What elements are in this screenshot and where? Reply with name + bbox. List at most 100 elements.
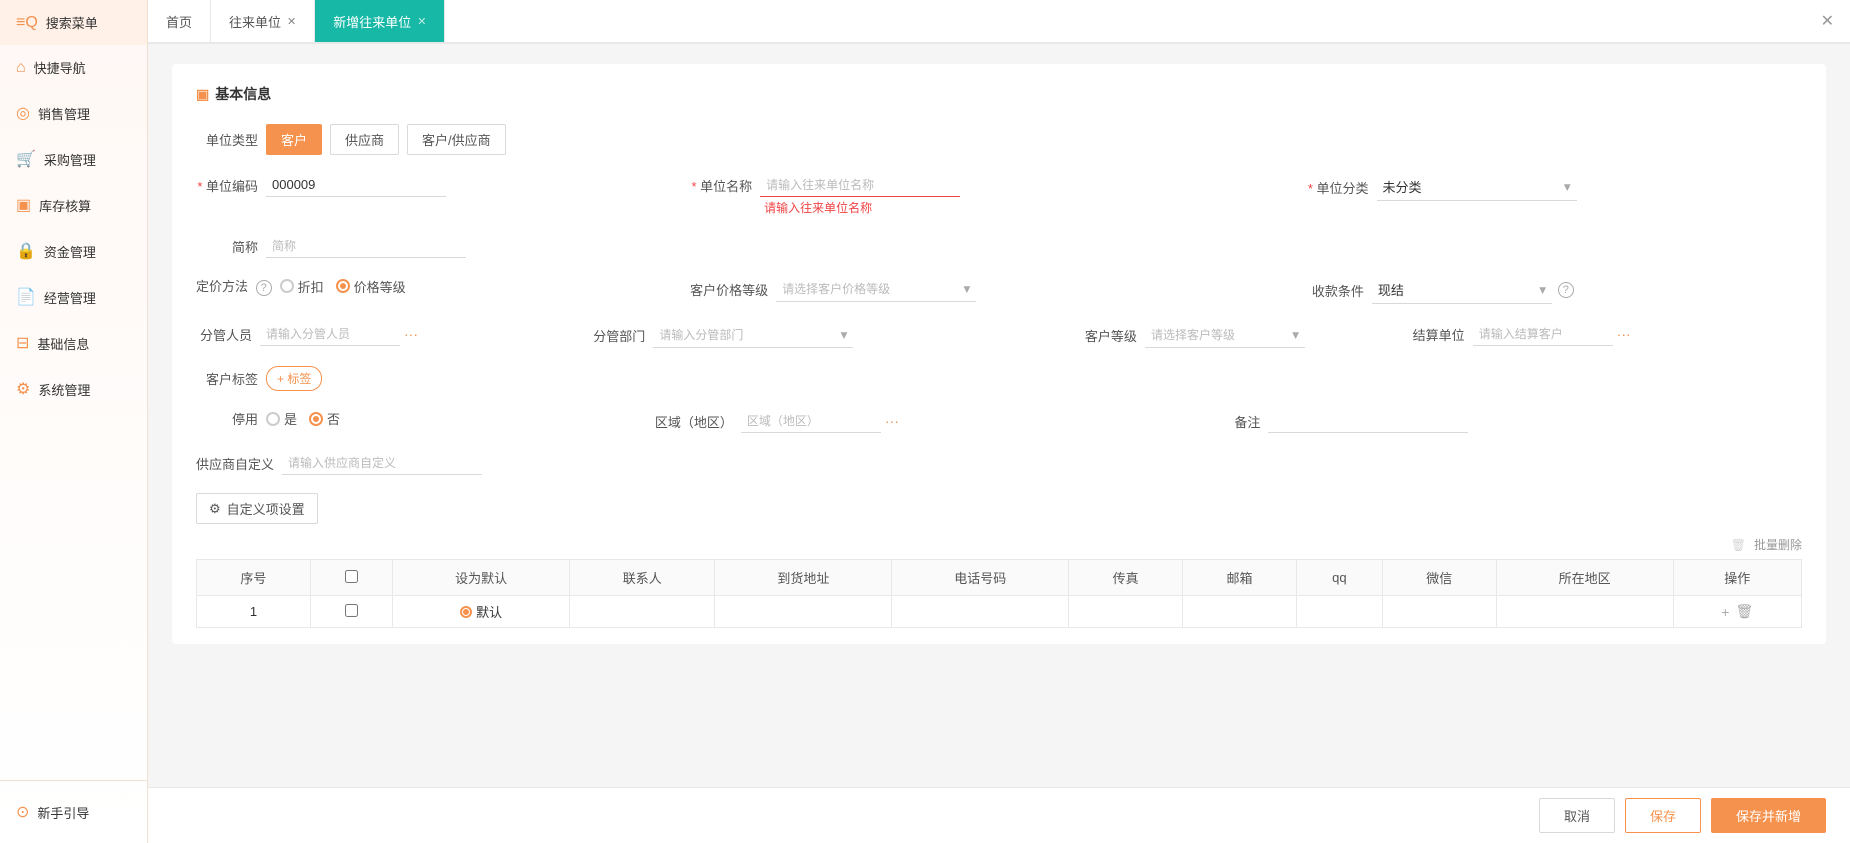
row-action: + 🗑 [1673,596,1801,628]
disabled-row: 停用 是 否 区域（地区） [196,409,1802,433]
cancel-button[interactable]: 取消 [1539,798,1615,833]
delete-row-btn[interactable]: 🗑 [1735,603,1753,620]
select-all-checkbox[interactable] [345,570,358,583]
payment-terms-value: 现结 [1378,280,1539,299]
sidebar-item-sales-label: 销售管理 [38,104,90,123]
manager-label: 分管人员 [196,325,260,344]
sidebar-item-search[interactable]: ≡Q 搜索菜单 [0,0,147,45]
region-input[interactable] [741,409,881,433]
sidebar-item-finance[interactable]: 🔒 资金管理 [0,228,147,274]
pricing-level-option[interactable]: 价格等级 [336,277,406,296]
sidebar-item-basic[interactable]: ⊟ 基础信息 [0,320,147,366]
row-seq: 1 [197,596,311,628]
sidebar-item-purchase[interactable]: 🛒 采购管理 [0,136,147,182]
row-default-radio[interactable] [460,606,472,618]
save-button[interactable]: 保存 [1625,798,1701,833]
sidebar-item-quicknav[interactable]: ⌂ 快捷导航 [0,45,147,90]
pricing-group: 定价方法 ? 折扣 价格等级 [196,276,690,296]
close-all-tabs[interactable]: ✕ [1805,11,1850,31]
tab-partners[interactable]: 往来单位 ✕ [211,0,315,42]
tab-new-partner[interactable]: 新增往来单位 ✕ [315,0,445,42]
save-new-button[interactable]: 保存并新增 [1711,798,1826,833]
tab-partners-close[interactable]: ✕ [287,15,296,28]
disabled-group: 停用 是 否 [196,409,655,428]
pricing-label: 定价方法 ? [196,276,280,296]
disabled-radio-group: 是 否 [266,409,340,428]
customer-level-placeholder: 请选择客户等级 [1151,326,1292,343]
sidebar-item-basic-label: 基础信息 [37,334,89,353]
dept-chevron[interactable]: ▾ [841,327,848,343]
custom-settings-btn[interactable]: ⚙ 自定义项设置 [196,493,318,524]
sidebar-item-sales[interactable]: ◎ 销售管理 [0,90,147,136]
col-region: 所在地区 [1496,560,1673,596]
settlement-input-wrapper: ··· [1473,322,1635,346]
tab-home[interactable]: 首页 [148,0,211,42]
col-qq: qq [1296,560,1382,596]
settlement-more-btn[interactable]: ··· [1613,326,1635,342]
tags-label: 客户标签 [196,369,266,388]
table-body: 1 默认 [197,596,1802,628]
add-tag-btn[interactable]: + 标签 [266,366,322,391]
tab-home-label: 首页 [166,12,192,31]
customer-level-label: 客户等级 [1081,326,1145,345]
pricing-discount-option[interactable]: 折扣 [280,277,324,296]
col-contact: 联系人 [570,560,715,596]
unit-category-chevron[interactable]: ▾ [1564,179,1571,195]
unit-type-row: 单位类型 客户 供应商 客户/供应商 [196,124,1802,155]
region-more-btn[interactable]: ··· [881,413,903,429]
disabled-no-option[interactable]: 否 [309,409,340,428]
type-btn-supplier[interactable]: 供应商 [330,124,399,155]
col-action: 操作 [1673,560,1801,596]
sidebar-item-guide-label: 新手引导 [37,803,89,822]
pricing-level-radio[interactable] [336,279,350,293]
supplier-custom-input[interactable] [282,451,482,475]
disabled-yes-option[interactable]: 是 [266,409,297,428]
settlement-input[interactable] [1473,322,1613,346]
home-icon: ⌂ [16,59,26,77]
supplier-custom-label: 供应商自定义 [196,454,282,473]
row-qq [1296,596,1382,628]
row-contact [570,596,715,628]
pricing-help-icon[interactable]: ? [256,280,272,296]
type-btn-customer[interactable]: 客户 [266,124,322,155]
abbr-input[interactable] [266,234,466,258]
tab-bar: 首页 往来单位 ✕ 新增往来单位 ✕ ✕ [148,0,1850,44]
pricing-discount-radio[interactable] [280,279,294,293]
remark-input[interactable] [1268,409,1468,433]
sidebar-item-business[interactable]: 📄 经营管理 [0,274,147,320]
unit-name-label: 单位名称 [690,176,760,195]
region-group: 区域（地区） ··· [655,409,1229,433]
customer-level-chevron[interactable]: ▾ [1292,327,1299,343]
region-input-wrapper: ··· [741,409,903,433]
unit-name-input[interactable] [760,173,960,197]
manager-more-btn[interactable]: ··· [400,326,422,342]
finance-icon: 🔒 [16,241,36,261]
contacts-table: 序号 设为默认 联系人 到货地址 电话号码 传真 邮箱 qq 微信 所在地区 操… [196,559,1802,628]
sidebar-item-inventory[interactable]: ▣ 库存核算 [0,182,147,228]
disabled-no-label: 否 [327,409,340,428]
add-row-btn[interactable]: + [1721,604,1729,620]
disabled-yes-radio[interactable] [266,412,280,426]
type-btn-both[interactable]: 客户/供应商 [407,124,506,155]
payment-help-icon[interactable]: ? [1558,282,1574,298]
customer-price-group: 客户价格等级 请选择客户价格等级 ▾ [690,276,1308,302]
manager-row: 分管人员 ··· 分管部门 请输入分管部门 ▾ [196,322,1802,348]
customer-price-chevron[interactable]: ▾ [964,281,971,297]
disabled-yes-label: 是 [284,409,297,428]
row-checkbox[interactable] [345,604,358,617]
settlement-label: 结算单位 [1409,325,1473,344]
region-label: 区域（地区） [655,412,741,431]
unit-code-input[interactable] [266,173,446,197]
disabled-no-radio[interactable] [309,412,323,426]
sidebar-item-guide[interactable]: ⊙ 新手引导 [0,789,147,835]
abbr-label: 简称 [196,237,266,256]
manager-input[interactable] [260,322,400,346]
manager-group: 分管人员 ··· [196,322,589,346]
tab-new-partner-close[interactable]: ✕ [417,15,426,28]
table-actions: 🗑 批量删除 [196,536,1802,553]
sidebar-item-system[interactable]: ⚙ 系统管理 [0,366,147,412]
batch-delete-label[interactable]: 批量删除 [1754,536,1802,553]
customer-price-select-wrapper: 请选择客户价格等级 ▾ [776,276,976,302]
payment-terms-chevron[interactable]: ▾ [1539,282,1546,298]
col-email: 邮箱 [1183,560,1297,596]
